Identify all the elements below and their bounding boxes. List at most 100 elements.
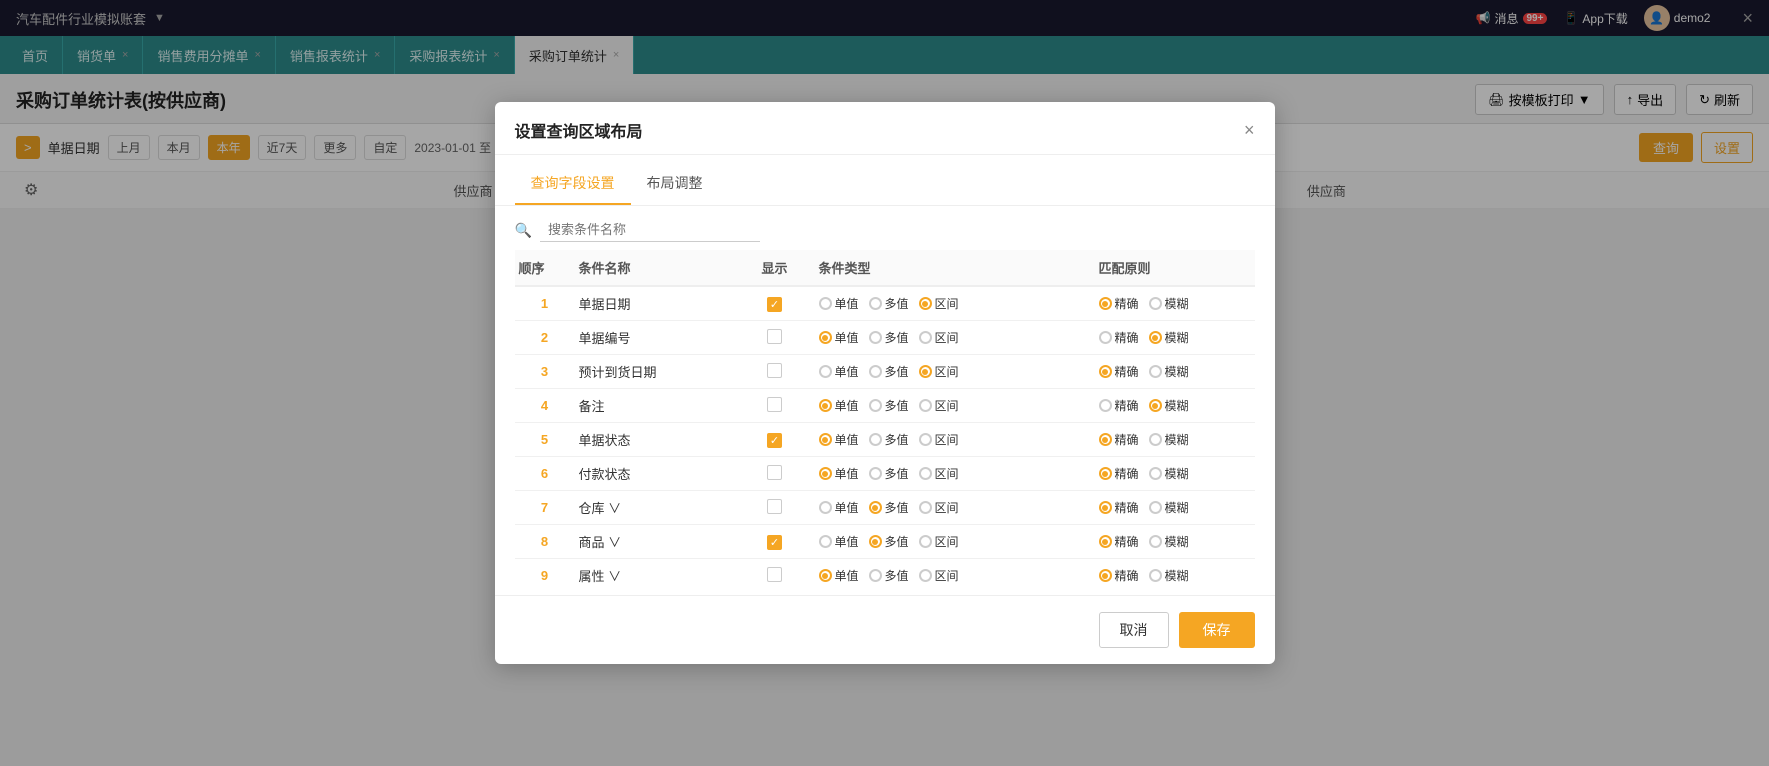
row-display-cell[interactable] — [735, 329, 815, 347]
row-match-cell: 精确模糊 — [1095, 533, 1255, 550]
match-radio-模糊[interactable]: 模糊 — [1149, 431, 1189, 448]
type-radio-多值[interactable]: 多值 — [869, 363, 909, 380]
display-checkbox[interactable] — [767, 465, 782, 480]
radio-circle — [819, 501, 832, 514]
cancel-btn[interactable]: 取消 — [1099, 612, 1169, 648]
type-radio-多值[interactable]: 多值 — [869, 465, 909, 482]
row-display-cell[interactable]: ✓ — [735, 432, 815, 448]
display-checkbox[interactable] — [767, 329, 782, 344]
radio-circle — [919, 297, 932, 310]
match-radio-精确[interactable]: 精确 — [1099, 431, 1139, 448]
match-radio-模糊[interactable]: 模糊 — [1149, 533, 1189, 550]
match-radio-模糊[interactable]: 模糊 — [1149, 363, 1189, 380]
row-match-cell: 精确模糊 — [1095, 329, 1255, 346]
type-radio-多值[interactable]: 多值 — [869, 431, 909, 448]
row-order: 8 — [515, 534, 575, 549]
match-radio-模糊[interactable]: 模糊 — [1149, 397, 1189, 414]
table-row: 6付款状态单值多值区间精确模糊 — [515, 457, 1255, 491]
display-checkbox[interactable]: ✓ — [767, 297, 782, 312]
type-radio-区间[interactable]: 区间 — [919, 567, 959, 584]
table-row: 3预计到货日期单值多值区间精确模糊 — [515, 355, 1255, 389]
search-input[interactable] — [540, 218, 760, 242]
match-radio-模糊[interactable]: 模糊 — [1149, 567, 1189, 584]
table-row: 1单据日期✓单值多值区间精确模糊 — [515, 287, 1255, 321]
row-display-cell[interactable]: ✓ — [735, 534, 815, 550]
type-radio-区间[interactable]: 区间 — [919, 329, 959, 346]
type-radio-单值[interactable]: 单值 — [819, 431, 859, 448]
modal-tab-layout[interactable]: 布局调整 — [631, 167, 719, 205]
type-radio-区间[interactable]: 区间 — [919, 363, 959, 380]
match-radio-精确[interactable]: 精确 — [1099, 397, 1139, 414]
type-radio-区间[interactable]: 区间 — [919, 499, 959, 516]
type-radio-区间[interactable]: 区间 — [919, 295, 959, 312]
match-radio-模糊[interactable]: 模糊 — [1149, 329, 1189, 346]
type-radio-多值[interactable]: 多值 — [869, 329, 909, 346]
modal-tab-query-fields[interactable]: 查询字段设置 — [515, 167, 631, 205]
type-radio-单值[interactable]: 单值 — [819, 397, 859, 414]
match-radio-精确[interactable]: 精确 — [1099, 533, 1139, 550]
match-radio-模糊[interactable]: 模糊 — [1149, 295, 1189, 312]
match-radio-精确[interactable]: 精确 — [1099, 465, 1139, 482]
table-row: 7仓库 ∨单值多值区间精确模糊 — [515, 491, 1255, 525]
radio-circle — [1099, 501, 1112, 514]
type-radio-区间[interactable]: 区间 — [919, 533, 959, 550]
type-radio-单值[interactable]: 单值 — [819, 329, 859, 346]
modal-close-btn[interactable]: × — [1244, 120, 1255, 141]
row-order: 7 — [515, 500, 575, 515]
row-match-cell: 精确模糊 — [1095, 295, 1255, 312]
type-radio-区间[interactable]: 区间 — [919, 397, 959, 414]
col-hdr-display: 显示 — [735, 258, 815, 277]
type-radio-多值[interactable]: 多值 — [869, 499, 909, 516]
type-radio-单值[interactable]: 单值 — [819, 499, 859, 516]
row-name: 单据状态 — [575, 430, 735, 449]
modal-header: 设置查询区域布局 × — [495, 102, 1275, 155]
type-radio-区间[interactable]: 区间 — [919, 465, 959, 482]
display-checkbox[interactable] — [767, 363, 782, 378]
type-radio-多值[interactable]: 多值 — [869, 295, 909, 312]
radio-circle — [1099, 365, 1112, 378]
type-radio-多值[interactable]: 多值 — [869, 397, 909, 414]
match-radio-精确[interactable]: 精确 — [1099, 363, 1139, 380]
match-radio-模糊[interactable]: 模糊 — [1149, 499, 1189, 516]
search-icon: 🔍 — [515, 222, 532, 239]
radio-circle — [869, 535, 882, 548]
row-order: 5 — [515, 432, 575, 447]
radio-circle — [1099, 331, 1112, 344]
save-btn[interactable]: 保存 — [1179, 612, 1255, 648]
type-radio-单值[interactable]: 单值 — [819, 465, 859, 482]
type-radio-区间[interactable]: 区间 — [919, 431, 959, 448]
row-display-cell[interactable] — [735, 567, 815, 585]
display-checkbox[interactable]: ✓ — [767, 535, 782, 550]
radio-circle — [819, 535, 832, 548]
row-match-cell: 精确模糊 — [1095, 499, 1255, 516]
row-name: 商品 ∨ — [575, 532, 735, 551]
row-display-cell[interactable] — [735, 363, 815, 381]
row-display-cell[interactable]: ✓ — [735, 296, 815, 312]
row-order: 2 — [515, 330, 575, 345]
row-display-cell[interactable] — [735, 465, 815, 483]
type-radio-单值[interactable]: 单值 — [819, 533, 859, 550]
type-radio-多值[interactable]: 多值 — [869, 567, 909, 584]
row-display-cell[interactable] — [735, 397, 815, 415]
radio-circle — [869, 297, 882, 310]
row-display-cell[interactable] — [735, 499, 815, 517]
match-radio-模糊[interactable]: 模糊 — [1149, 465, 1189, 482]
radio-circle — [919, 365, 932, 378]
match-radio-精确[interactable]: 精确 — [1099, 295, 1139, 312]
type-radio-单值[interactable]: 单值 — [819, 567, 859, 584]
type-radio-单值[interactable]: 单值 — [819, 295, 859, 312]
radio-circle — [919, 331, 932, 344]
radio-circle — [1149, 433, 1162, 446]
display-checkbox[interactable]: ✓ — [767, 433, 782, 448]
match-radio-精确[interactable]: 精确 — [1099, 567, 1139, 584]
modal-footer: 取消 保存 — [495, 595, 1275, 664]
display-checkbox[interactable] — [767, 397, 782, 412]
type-radio-单值[interactable]: 单值 — [819, 363, 859, 380]
display-checkbox[interactable] — [767, 567, 782, 582]
radio-circle — [819, 365, 832, 378]
match-radio-精确[interactable]: 精确 — [1099, 499, 1139, 516]
row-match-cell: 精确模糊 — [1095, 363, 1255, 380]
match-radio-精确[interactable]: 精确 — [1099, 329, 1139, 346]
type-radio-多值[interactable]: 多值 — [869, 533, 909, 550]
display-checkbox[interactable] — [767, 499, 782, 514]
